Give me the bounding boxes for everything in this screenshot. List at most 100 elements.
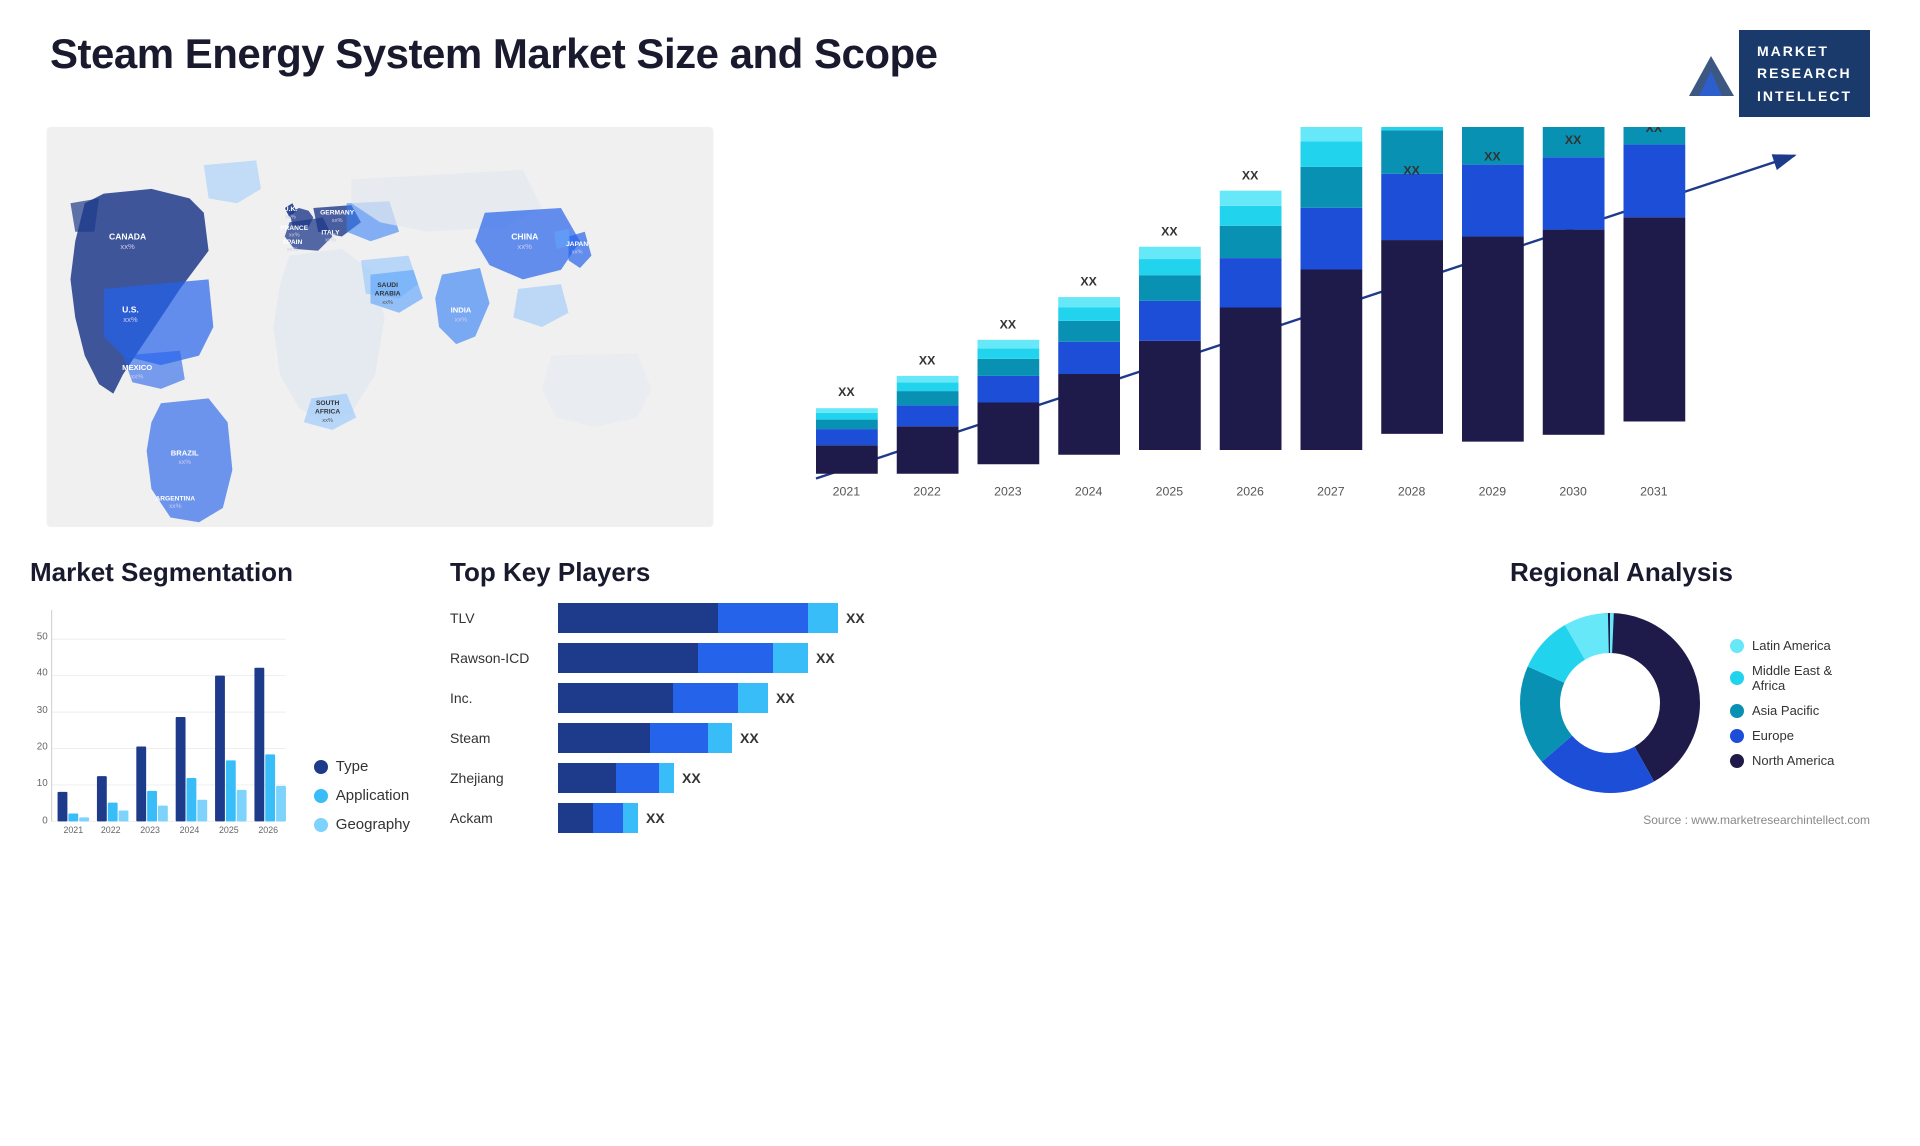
- latin-america-dot: [1730, 639, 1744, 653]
- bar-seg-1: [558, 763, 616, 793]
- type-label: Type: [336, 758, 369, 775]
- svg-text:2026: 2026: [1236, 485, 1264, 499]
- svg-text:JAPAN: JAPAN: [566, 241, 588, 248]
- svg-text:2026: 2026: [258, 825, 278, 833]
- player-value: XX: [776, 690, 795, 706]
- svg-text:xx%: xx%: [325, 237, 336, 243]
- svg-text:SPAIN: SPAIN: [282, 239, 302, 246]
- player-value: XX: [646, 810, 665, 826]
- svg-text:MEXICO: MEXICO: [122, 363, 152, 372]
- svg-text:40: 40: [37, 668, 48, 679]
- svg-text:0: 0: [42, 816, 48, 827]
- donut-area: Latin America Middle East &Africa Asia P…: [1510, 603, 1890, 803]
- bar-seg-3: [808, 603, 838, 633]
- map-section: CANADA xx% U.S. xx% MEXICO xx% BRAZIL xx…: [30, 127, 730, 547]
- svg-text:2021: 2021: [833, 485, 861, 499]
- player-name: TLV: [450, 610, 550, 626]
- player-row-ackam: Ackam XX: [450, 803, 1470, 833]
- svg-text:xx%: xx%: [131, 374, 144, 381]
- svg-text:2021: 2021: [63, 825, 83, 833]
- europe-dot: [1730, 729, 1744, 743]
- player-name: Rawson-ICD: [450, 650, 550, 666]
- player-row-inc: Inc. XX: [450, 683, 1470, 713]
- player-name: Zhejiang: [450, 770, 550, 786]
- middle-east-label: Middle East &Africa: [1752, 663, 1832, 693]
- type-dot: [314, 760, 328, 774]
- svg-text:2022: 2022: [913, 485, 941, 499]
- svg-text:2024: 2024: [1075, 485, 1103, 499]
- regional-section: Regional Analysis Latin Am: [1510, 557, 1890, 843]
- page-title: Steam Energy System Market Size and Scop…: [50, 30, 938, 78]
- bar-seg-3: [773, 643, 808, 673]
- svg-text:XX: XX: [838, 385, 855, 399]
- svg-text:xx%: xx%: [382, 300, 393, 306]
- svg-text:2028: 2028: [1398, 485, 1426, 499]
- player-bar: [558, 643, 808, 673]
- player-bar: [558, 803, 638, 833]
- svg-text:10: 10: [37, 778, 48, 789]
- bar-seg-2: [593, 803, 623, 833]
- svg-text:xx%: xx%: [169, 503, 182, 510]
- svg-text:2022: 2022: [101, 825, 121, 833]
- svg-text:xx%: xx%: [289, 233, 300, 239]
- svg-text:ITALY: ITALY: [321, 230, 340, 237]
- legend-europe: Europe: [1730, 728, 1834, 743]
- svg-text:ARABIA: ARABIA: [375, 291, 401, 298]
- svg-text:XX: XX: [1646, 127, 1663, 135]
- bar-seg-1: [558, 683, 673, 713]
- application-dot: [314, 789, 328, 803]
- player-bar-container: XX: [558, 723, 759, 753]
- player-value: XX: [740, 730, 759, 746]
- segmentation-chart: 0 10 20 30 40 50 60: [30, 603, 296, 833]
- svg-text:SAUDI: SAUDI: [377, 282, 398, 289]
- bar-seg-2: [698, 643, 773, 673]
- svg-text:2024: 2024: [180, 825, 200, 833]
- player-bar: [558, 683, 768, 713]
- svg-text:2029: 2029: [1479, 485, 1507, 499]
- svg-text:XX: XX: [1242, 168, 1259, 182]
- svg-text:INDIA: INDIA: [451, 306, 472, 315]
- bar-seg-3: [659, 763, 674, 793]
- bar-seg-3: [623, 803, 638, 833]
- svg-text:XX: XX: [1161, 224, 1178, 238]
- segmentation-title: Market Segmentation: [30, 557, 410, 588]
- geography-label: Geography: [336, 816, 410, 833]
- svg-text:GERMANY: GERMANY: [320, 210, 355, 217]
- player-name: Inc.: [450, 690, 550, 706]
- player-row-tlv: TLV XX: [450, 603, 1470, 633]
- players-list: TLV XX Rawson-ICD: [450, 603, 1470, 833]
- geography-dot: [314, 818, 328, 832]
- logo: MARKET RESEARCH INTELLECT: [1684, 30, 1870, 117]
- player-bar: [558, 723, 732, 753]
- asia-pacific-label: Asia Pacific: [1752, 703, 1819, 718]
- svg-text:2025: 2025: [219, 825, 239, 833]
- player-bar: [558, 763, 674, 793]
- application-label: Application: [336, 787, 409, 804]
- legend-north-america: North America: [1730, 753, 1834, 768]
- players-section: Top Key Players TLV XX Rawson-ICD: [430, 557, 1490, 843]
- svg-text:U.K.: U.K.: [284, 206, 297, 213]
- latin-america-label: Latin America: [1752, 638, 1831, 653]
- regional-legend: Latin America Middle East &Africa Asia P…: [1730, 638, 1834, 768]
- svg-text:xx%: xx%: [518, 242, 533, 251]
- bar-seg-1: [558, 643, 698, 673]
- player-bar-container: XX: [558, 603, 865, 633]
- svg-text:XX: XX: [1484, 149, 1501, 163]
- player-row-steam: Steam XX: [450, 723, 1470, 753]
- bar-seg-1: [558, 603, 718, 633]
- svg-text:AFRICA: AFRICA: [315, 409, 340, 416]
- logo-icon: [1684, 46, 1739, 101]
- player-bar: [558, 603, 838, 633]
- europe-label: Europe: [1752, 728, 1794, 743]
- source-text: Source : www.marketresearchintellect.com: [1510, 813, 1890, 827]
- svg-text:xx%: xx%: [287, 247, 298, 253]
- svg-text:2030: 2030: [1559, 485, 1587, 499]
- svg-text:FRANCE: FRANCE: [280, 225, 308, 232]
- players-title: Top Key Players: [450, 557, 1470, 588]
- svg-text:XX: XX: [1565, 133, 1582, 147]
- svg-text:2023: 2023: [140, 825, 160, 833]
- svg-text:SOUTH: SOUTH: [316, 400, 339, 407]
- svg-text:xx%: xx%: [332, 218, 343, 224]
- svg-text:2031: 2031: [1640, 485, 1668, 499]
- legend-item-type: Type: [314, 758, 410, 775]
